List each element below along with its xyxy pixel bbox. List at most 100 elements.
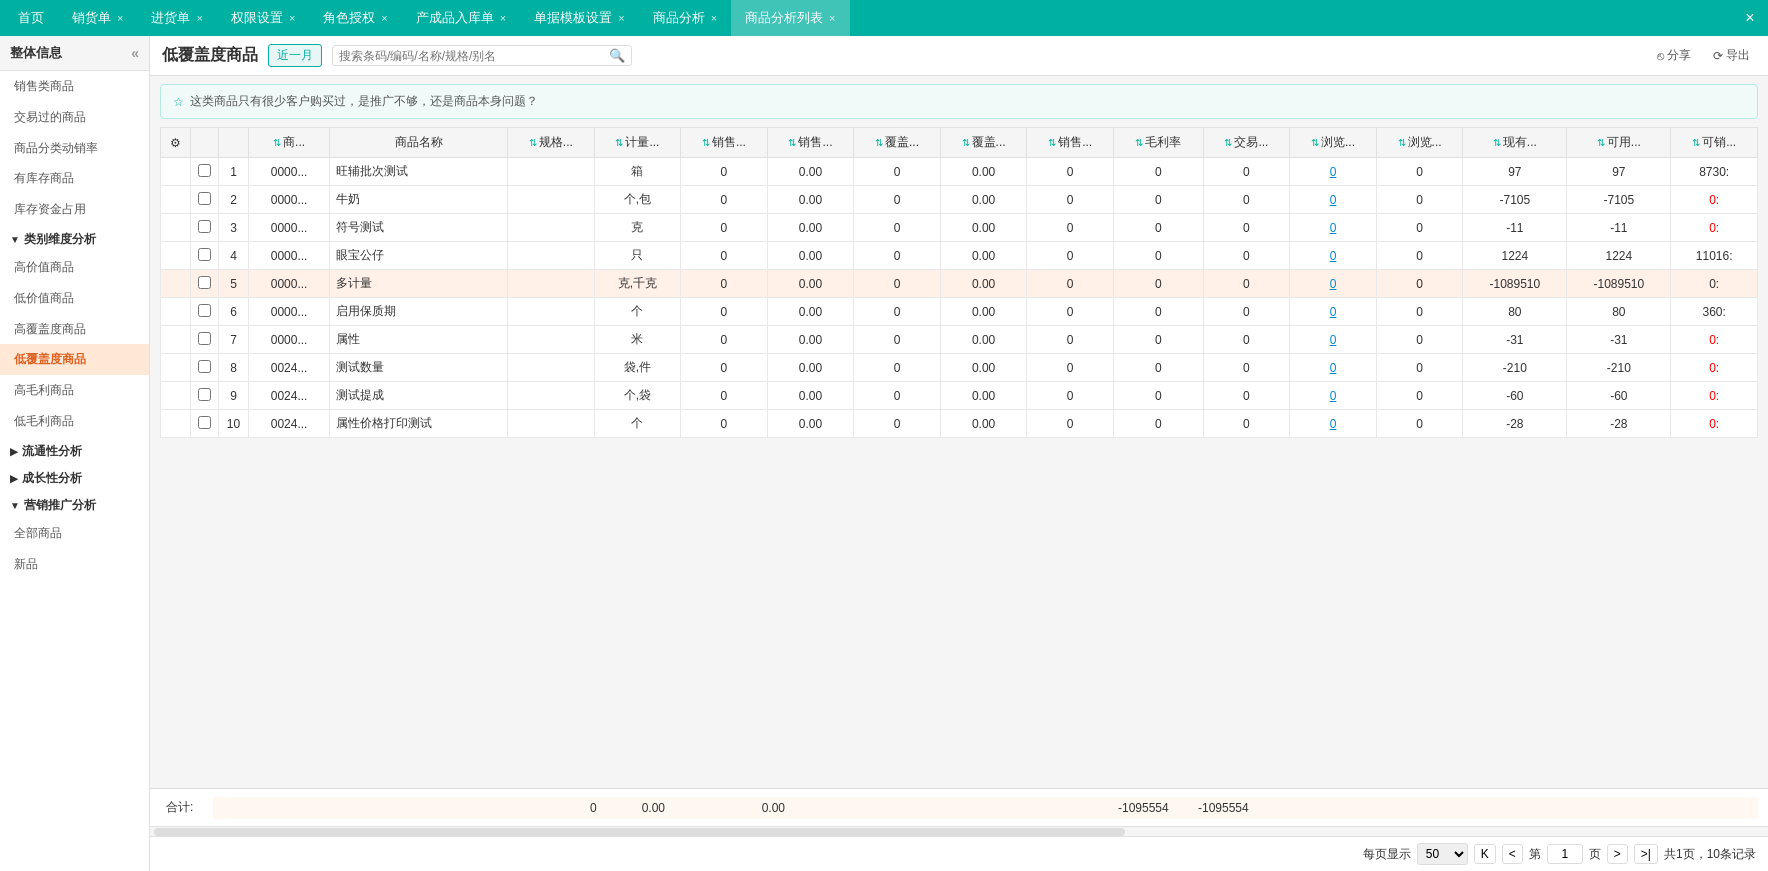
row-browse1[interactable]: 0	[1290, 242, 1377, 270]
first-page-button[interactable]: K	[1474, 844, 1496, 864]
column-settings[interactable]: ⚙	[161, 128, 191, 158]
column-sales-qty[interactable]: ⇅销售...	[681, 128, 768, 158]
nav-tab-analysis[interactable]: 商品分析 ×	[639, 0, 731, 36]
next-page-button[interactable]: >	[1607, 844, 1628, 864]
column-sales-x[interactable]: ⇅销售...	[1027, 128, 1114, 158]
sidebar-item-high-value[interactable]: 高价值商品	[0, 252, 149, 283]
row-checkbox[interactable]	[191, 382, 219, 410]
table-container[interactable]: ⚙ ⇅商... 商品名称 ⇅规格... ⇅计量... ⇅销售... ⇅销售...…	[160, 127, 1758, 788]
sidebar-collapse-button[interactable]: «	[131, 45, 139, 61]
page-size-select[interactable]: 50 20 100 200	[1417, 843, 1468, 865]
close-icon[interactable]: ×	[117, 0, 123, 36]
column-cov2[interactable]: ⇅覆盖...	[940, 128, 1027, 158]
sidebar-item-new-goods[interactable]: 新品	[0, 549, 149, 580]
close-icon[interactable]: ×	[381, 0, 387, 36]
nav-tab-template[interactable]: 单据模板设置 ×	[520, 0, 638, 36]
close-icon[interactable]: ×	[711, 0, 717, 36]
row-browse1[interactable]: 0	[1290, 382, 1377, 410]
sidebar-item-all-goods[interactable]: 全部商品	[0, 518, 149, 549]
row-browse1[interactable]: 0	[1290, 326, 1377, 354]
row-gear[interactable]	[161, 214, 191, 242]
column-sellable[interactable]: ⇅可销...	[1671, 128, 1758, 158]
sidebar-section-category[interactable]: ▼ 类别维度分析	[0, 225, 149, 252]
row-checkbox[interactable]	[191, 298, 219, 326]
column-trade[interactable]: ⇅交易...	[1203, 128, 1290, 158]
row-browse1[interactable]: 0	[1290, 298, 1377, 326]
sidebar-section-growth[interactable]: ▶ 成长性分析	[0, 464, 149, 491]
row-gear[interactable]	[161, 186, 191, 214]
row-checkbox[interactable]	[191, 410, 219, 438]
row-browse1[interactable]: 0	[1290, 186, 1377, 214]
share-button[interactable]: ⎋ 分享	[1651, 45, 1697, 66]
sidebar-section-marketing[interactable]: ▼ 营销推广分析	[0, 491, 149, 518]
sidebar-item-goods-move-rate[interactable]: 商品分类动销率	[0, 133, 149, 164]
close-all-button[interactable]: ×	[1736, 4, 1764, 32]
row-gear[interactable]	[161, 326, 191, 354]
column-sales-amt[interactable]: ⇅销售...	[767, 128, 854, 158]
sidebar-item-sales-goods[interactable]: 销售类商品	[0, 71, 149, 102]
row-checkbox[interactable]	[191, 270, 219, 298]
sidebar-item-low-value[interactable]: 低价值商品	[0, 283, 149, 314]
sidebar-item-has-stock[interactable]: 有库存商品	[0, 163, 149, 194]
nav-tab-analysis-list[interactable]: 商品分析列表 ×	[731, 0, 849, 36]
row-name[interactable]: 旺辅批次测试	[330, 158, 508, 186]
sidebar-item-high-coverage[interactable]: 高覆盖度商品	[0, 314, 149, 345]
row-name[interactable]: 符号测试	[330, 214, 508, 242]
row-checkbox[interactable]	[191, 326, 219, 354]
last-page-button[interactable]: >|	[1634, 844, 1658, 864]
row-gear[interactable]	[161, 270, 191, 298]
row-browse1[interactable]: 0	[1290, 410, 1377, 438]
row-name[interactable]: 牛奶	[330, 186, 508, 214]
row-checkbox[interactable]	[191, 214, 219, 242]
close-icon[interactable]: ×	[618, 0, 624, 36]
column-cov1[interactable]: ⇅覆盖...	[854, 128, 941, 158]
row-browse1[interactable]: 0	[1290, 270, 1377, 298]
row-name[interactable]: 测试提成	[330, 382, 508, 410]
row-checkbox[interactable]	[191, 242, 219, 270]
nav-tab-home[interactable]: 首页	[4, 0, 58, 36]
close-icon[interactable]: ×	[829, 0, 835, 36]
sidebar-item-traded-goods[interactable]: 交易过的商品	[0, 102, 149, 133]
column-spec[interactable]: ⇅规格...	[508, 128, 595, 158]
page-number-input[interactable]	[1547, 844, 1583, 864]
column-name[interactable]: 商品名称	[330, 128, 508, 158]
nav-tab-product-in[interactable]: 产成品入库单 ×	[402, 0, 520, 36]
row-checkbox[interactable]	[191, 158, 219, 186]
close-icon[interactable]: ×	[500, 0, 506, 36]
search-icon[interactable]: 🔍	[609, 48, 625, 63]
row-browse1[interactable]: 0	[1290, 354, 1377, 382]
search-input[interactable]	[339, 49, 609, 63]
nav-tab-permission[interactable]: 权限设置 ×	[217, 0, 309, 36]
export-button[interactable]: ⟳ 导出	[1707, 45, 1756, 66]
sidebar-section-flow[interactable]: ▶ 流通性分析	[0, 437, 149, 464]
column-browse2[interactable]: ⇅浏览...	[1376, 128, 1463, 158]
row-gear[interactable]	[161, 298, 191, 326]
row-checkbox[interactable]	[191, 186, 219, 214]
column-browse1[interactable]: ⇅浏览...	[1290, 128, 1377, 158]
nav-tab-purchase[interactable]: 进货单 ×	[137, 0, 216, 36]
row-gear[interactable]	[161, 242, 191, 270]
row-name[interactable]: 测试数量	[330, 354, 508, 382]
row-checkbox[interactable]	[191, 354, 219, 382]
sidebar-item-high-profit[interactable]: 高毛利商品	[0, 375, 149, 406]
close-icon[interactable]: ×	[289, 0, 295, 36]
row-name[interactable]: 属性价格打印测试	[330, 410, 508, 438]
row-gear[interactable]	[161, 158, 191, 186]
sidebar-item-low-coverage[interactable]: 低覆盖度商品	[0, 344, 149, 375]
row-gear[interactable]	[161, 382, 191, 410]
row-gear[interactable]	[161, 410, 191, 438]
close-icon[interactable]: ×	[196, 0, 202, 36]
nav-tab-role[interactable]: 角色授权 ×	[309, 0, 401, 36]
column-gross-rate[interactable]: ⇅毛利率	[1113, 128, 1203, 158]
nav-tab-sales[interactable]: 销货单 ×	[58, 0, 137, 36]
row-name[interactable]: 眼宝公仔	[330, 242, 508, 270]
prev-page-button[interactable]: <	[1502, 844, 1523, 864]
column-available[interactable]: ⇅可用...	[1567, 128, 1671, 158]
column-unit[interactable]: ⇅计量...	[594, 128, 681, 158]
column-code[interactable]: ⇅商...	[249, 128, 330, 158]
row-name[interactable]: 多计量	[330, 270, 508, 298]
row-name[interactable]: 属性	[330, 326, 508, 354]
column-current[interactable]: ⇅现有...	[1463, 128, 1567, 158]
row-browse1[interactable]: 0	[1290, 214, 1377, 242]
sidebar-item-stock-capital[interactable]: 库存资金占用	[0, 194, 149, 225]
